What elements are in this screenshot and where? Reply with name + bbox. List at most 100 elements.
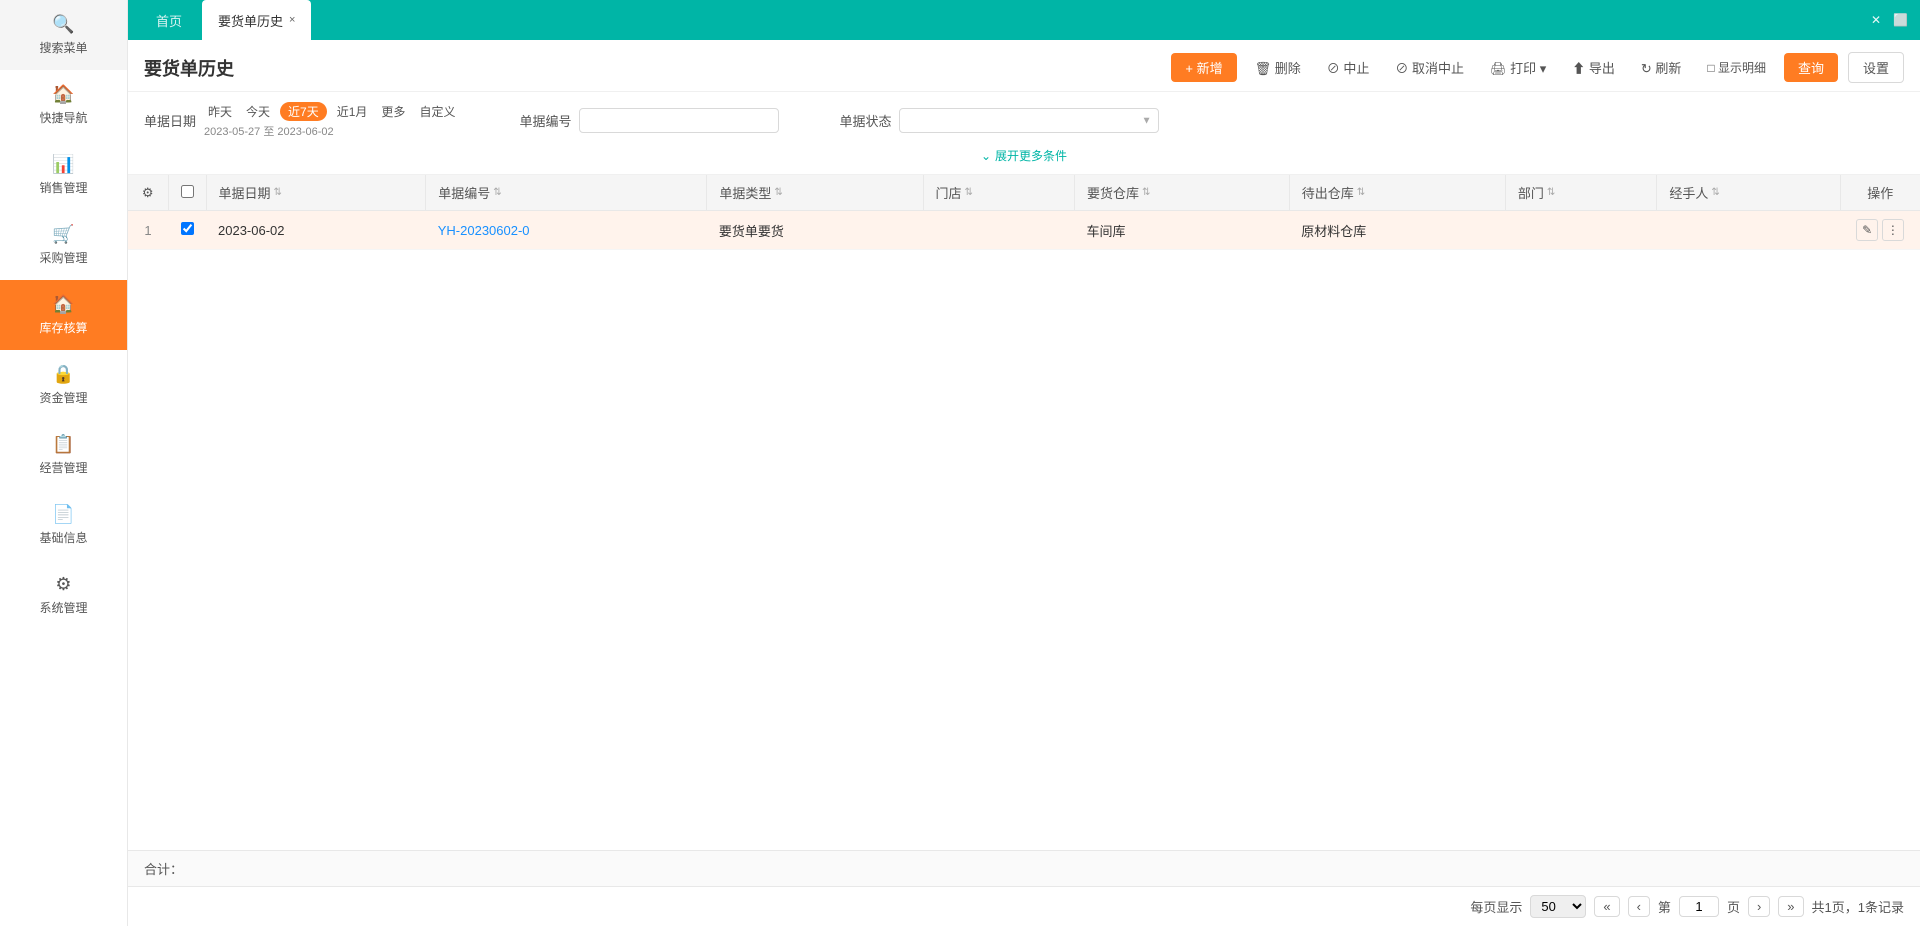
sidebar-item-inventory[interactable]: 🏠库存核算 xyxy=(0,280,127,350)
page-suffix: 页 xyxy=(1727,897,1740,916)
filter-row: 单据日期 昨天今天近7天近1月更多自定义 2023-05-27 至 2023-0… xyxy=(144,102,1904,139)
current-page-input[interactable] xyxy=(1679,896,1719,917)
stop-button[interactable]: ⊘ 中止 xyxy=(1319,54,1378,81)
expand-label: 展开更多条件 xyxy=(995,147,1067,164)
sidebar-label-operation-mgmt: 经营管理 xyxy=(39,459,87,476)
sidebar: 🔍搜索菜单🏠快捷导航 📊 销售管理 🛒采购管理🏠库存核算 🔒 资金管理 📋经营管理 📄 基础信息… xyxy=(0,0,128,926)
status-select[interactable] xyxy=(899,108,1159,133)
page-label: 第 xyxy=(1658,897,1671,916)
row-checkbox[interactable] xyxy=(181,222,194,235)
status-label: 单据状态 xyxy=(839,111,891,130)
expand-more-area: ⌄ 展开更多条件 xyxy=(144,147,1904,164)
sidebar-icon-basic-info: 📄 xyxy=(52,504,74,525)
date-shortcut-last7[interactable]: 近7天 xyxy=(280,102,327,121)
tab-home[interactable]: 首页 xyxy=(140,0,198,40)
page-title: 要货单历史 xyxy=(144,55,234,81)
row-edit-icon[interactable]: ✎ xyxy=(1856,219,1878,241)
filter-area: 单据日期 昨天今天近7天近1月更多自定义 2023-05-27 至 2023-0… xyxy=(128,92,1920,175)
cell-store xyxy=(923,211,1075,250)
cell-bill-type: 要货单要货 xyxy=(707,211,923,250)
col-settings[interactable]: ⚙ xyxy=(128,175,168,211)
date-shortcut-today[interactable]: 今天 xyxy=(242,102,274,121)
sidebar-item-search-menu[interactable]: 🔍搜索菜单 xyxy=(0,0,127,70)
page-size-label: 每页显示 xyxy=(1470,897,1522,916)
prev-page-button[interactable]: ‹ xyxy=(1628,896,1650,917)
col-handler: 经手人⇅ xyxy=(1657,175,1840,211)
page-size-select[interactable]: 50 10 20 100 xyxy=(1530,895,1586,918)
next-page-button[interactable]: › xyxy=(1748,896,1770,917)
top-bar-actions: ✕ ⬜ xyxy=(1871,13,1908,27)
summary-label: 合计： xyxy=(144,862,183,877)
sidebar-label-system-mgmt: 系统管理 xyxy=(39,599,87,616)
date-shortcut-custom[interactable]: 自定义 xyxy=(415,102,459,121)
col-bill-type-label: 单据类型 xyxy=(719,183,771,202)
cell-bill-no: YH-20230602-0 xyxy=(426,211,707,250)
sidebar-icon-finance-mgmt: 🔒 xyxy=(52,364,74,385)
cell-checkbox[interactable] xyxy=(168,211,206,250)
col-store: 门店⇅ xyxy=(923,175,1075,211)
expand-icon: ⌄ xyxy=(981,149,991,163)
col-req-warehouse: 要货仓库⇅ xyxy=(1075,175,1290,211)
settings-button[interactable]: 设置 xyxy=(1848,52,1904,83)
sidebar-item-quick-nav[interactable]: 🏠快捷导航 xyxy=(0,70,127,140)
cell-actions: ✎ ⋮ xyxy=(1840,211,1920,250)
last-page-button[interactable]: » xyxy=(1778,896,1803,917)
sidebar-label-basic-info: 基础信息 xyxy=(39,529,87,546)
sort-icon-bill-type: ⇅ xyxy=(774,187,782,198)
display-detail-button[interactable]: □ 显示明细 xyxy=(1699,55,1774,80)
expand-more-button[interactable]: ⌄ 展开更多条件 xyxy=(981,147,1067,164)
sort-icon-date: ⇅ xyxy=(274,187,282,198)
sidebar-label-sales-mgmt: 销售管理 xyxy=(39,179,87,196)
col-actions: 操作 xyxy=(1840,175,1920,211)
row-more-icon[interactable]: ⋮ xyxy=(1882,219,1904,241)
delete-button[interactable]: 🗑 删除 xyxy=(1247,54,1309,81)
col-date-label: 单据日期 xyxy=(219,183,271,202)
table-header-row: ⚙ 单据日期⇅ 单据编号⇅ 单据类型⇅ 门店⇅ 要货仓库⇅ 待出仓库⇅ 部门⇅ … xyxy=(128,175,1920,211)
sidebar-item-sales-mgmt[interactable]: 📊 销售管理 xyxy=(0,140,127,210)
cancel-stop-button[interactable]: ⊘ 取消中止 xyxy=(1387,54,1472,81)
col-bill-no: 单据编号⇅ xyxy=(426,175,707,211)
col-req-warehouse-label: 要货仓库 xyxy=(1087,183,1139,202)
sidebar-icon-sales-mgmt: 📊 xyxy=(52,154,74,175)
date-shortcut-last_month[interactable]: 近1月 xyxy=(333,102,372,121)
col-handler-label: 经手人 xyxy=(1669,183,1708,202)
date-shortcut-yesterday[interactable]: 昨天 xyxy=(204,102,236,121)
bill-no-input[interactable] xyxy=(579,108,779,133)
sort-icon-dept: ⇅ xyxy=(1547,187,1555,198)
sidebar-item-system-mgmt[interactable]: ⚙系统管理 xyxy=(0,560,127,630)
sort-icon-store: ⇅ xyxy=(965,187,973,198)
refresh-button[interactable]: ↻ 刷新 xyxy=(1633,54,1690,81)
tab-close-order-history[interactable]: × xyxy=(289,14,295,26)
col-department-label: 部门 xyxy=(1518,183,1544,202)
sidebar-item-basic-info[interactable]: 📄 基础信息 xyxy=(0,490,127,560)
bill-no-link[interactable]: YH-20230602-0 xyxy=(438,223,530,238)
sidebar-label-finance-mgmt: 资金管理 xyxy=(39,389,87,406)
sidebar-item-finance-mgmt[interactable]: 🔒 资金管理 xyxy=(0,350,127,420)
sort-icon-req: ⇅ xyxy=(1142,187,1150,198)
date-shortcut-more[interactable]: 更多 xyxy=(377,102,409,121)
col-department: 部门⇅ xyxy=(1505,175,1657,211)
first-page-button[interactable]: « xyxy=(1594,896,1619,917)
tab-order-history[interactable]: 要货单历史× xyxy=(202,0,311,40)
print-button[interactable]: 🖨 打印 ▾ xyxy=(1482,54,1554,81)
sidebar-item-purchase-mgmt[interactable]: 🛒采购管理 xyxy=(0,210,127,280)
date-shortcuts: 昨天今天近7天近1月更多自定义 2023-05-27 至 2023-06-02 xyxy=(204,102,459,139)
total-info: 共1页，1条记录 xyxy=(1812,897,1904,916)
col-bill-type: 单据类型⇅ xyxy=(707,175,923,211)
export-button[interactable]: ⬆ 导出 xyxy=(1564,54,1623,81)
date-filter-group: 单据日期 昨天今天近7天近1月更多自定义 2023-05-27 至 2023-0… xyxy=(144,102,459,139)
select-all-checkbox[interactable] xyxy=(181,185,194,198)
page-footer: 每页显示 50 10 20 100 « ‹ 第 页 › » 共1页，1条记录 xyxy=(128,886,1920,926)
table-row[interactable]: 1 2023-06-02 YH-20230602-0 要货单要货 车间库 原材料… xyxy=(128,211,1920,250)
sidebar-item-operation-mgmt[interactable]: 📋经营管理 xyxy=(0,420,127,490)
window-close-button[interactable]: ✕ xyxy=(1871,13,1881,27)
window-maximize-button[interactable]: ⬜ xyxy=(1893,13,1908,27)
bill-no-filter-group: 单据编号 xyxy=(519,108,779,133)
new-button[interactable]: + 新增 xyxy=(1171,53,1236,82)
bill-no-label: 单据编号 xyxy=(519,111,571,130)
status-filter-group: 单据状态 xyxy=(839,108,1159,133)
query-button[interactable]: 查询 xyxy=(1784,53,1838,82)
col-pending-warehouse: 待出仓库⇅ xyxy=(1289,175,1505,211)
col-checkbox[interactable] xyxy=(168,175,206,211)
cell-req-warehouse: 车间库 xyxy=(1075,211,1290,250)
